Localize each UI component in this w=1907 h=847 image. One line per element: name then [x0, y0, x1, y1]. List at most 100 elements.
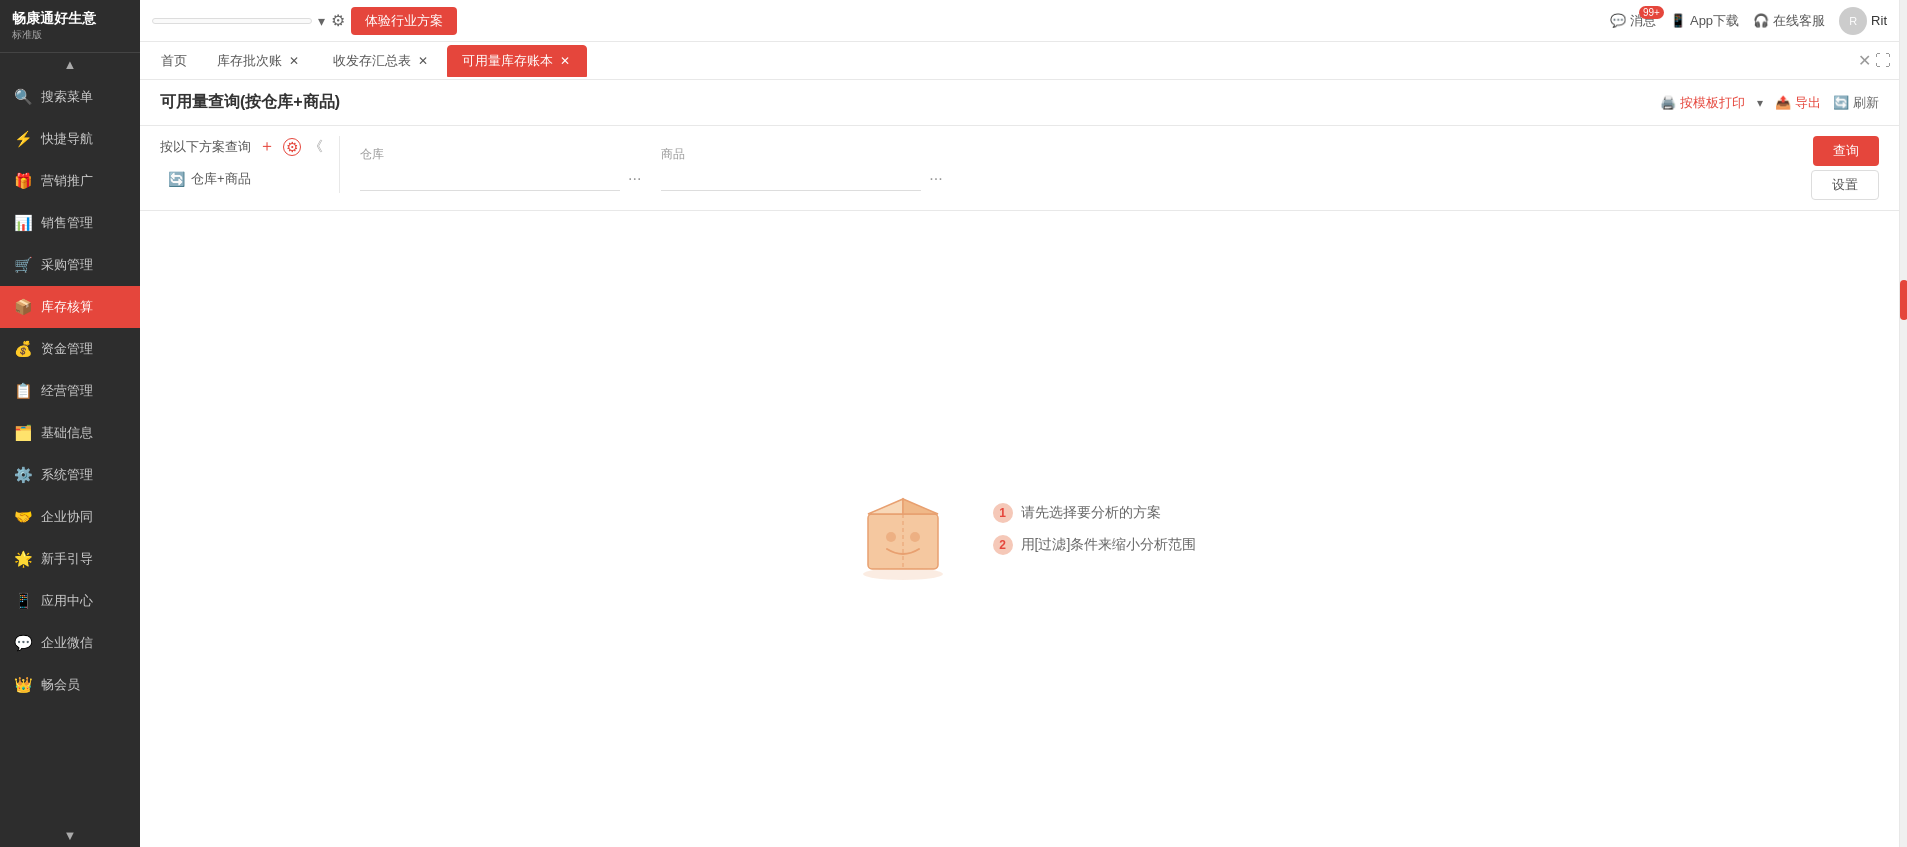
close-all-tabs-button[interactable]: ✕: [1858, 51, 1871, 70]
sidebar-item-label: 营销推广: [41, 172, 93, 190]
sidebar-item-system[interactable]: ⚙️ 系统管理: [0, 454, 140, 496]
message-badge: 99+: [1639, 6, 1664, 19]
filter-settings-button[interactable]: ⚙: [283, 138, 301, 156]
inventory-icon: 📦: [14, 298, 33, 316]
scheme-icon: 🔄: [168, 171, 185, 187]
tab-home[interactable]: 首页: [148, 45, 200, 77]
filter-collapse-button[interactable]: 《: [309, 138, 323, 156]
user-avatar-item[interactable]: R Rit: [1839, 7, 1887, 35]
sidebar-item-wechat[interactable]: 💬 企业微信: [0, 622, 140, 664]
product-input[interactable]: [661, 167, 921, 191]
warehouse-input[interactable]: [360, 167, 620, 191]
sidebar-item-sales[interactable]: 📊 销售管理: [0, 202, 140, 244]
sidebar-nav: 🔍 搜索菜单 ⚡ 快捷导航 🎁 营销推广 📊 销售管理 🛒 采购管理 📦 库存核…: [0, 76, 140, 824]
hint-text-2: 用[过滤]条件来缩小分析范围: [1021, 536, 1197, 554]
sidebar-item-label: 经营管理: [41, 382, 93, 400]
right-scrollbar[interactable]: [1899, 0, 1907, 847]
main-area: ▾ ⚙ 体验行业方案 💬 消息 99+ 📱 App下载 🎧 在线客服 R: [140, 0, 1899, 847]
message-icon-item[interactable]: 💬 消息 99+: [1610, 12, 1656, 30]
warehouse-more-button[interactable]: ···: [628, 170, 641, 188]
sidebar: 畅康通好生意 标准版 ▲ 🔍 搜索菜单 ⚡ 快捷导航 🎁 营销推广 📊 销售管理…: [0, 0, 140, 847]
sidebar-item-label: 企业微信: [41, 634, 93, 652]
filter-scheme-label: 按以下方案查询: [160, 138, 251, 156]
sidebar-item-label: 新手引导: [41, 550, 93, 568]
page-title: 可用量查询(按仓库+商品): [160, 92, 340, 113]
empty-hint-2: 2 用[过滤]条件来缩小分析范围: [993, 535, 1197, 555]
avatar-initials: R: [1849, 15, 1857, 27]
sidebar-item-label: 基础信息: [41, 424, 93, 442]
headset-icon: 🎧: [1753, 13, 1769, 28]
expand-button[interactable]: ⛶: [1875, 52, 1891, 70]
sidebar-item-finance[interactable]: 💰 资金管理: [0, 328, 140, 370]
topbar-search-box[interactable]: [152, 18, 312, 24]
sidebar-item-label: 快捷导航: [41, 130, 93, 148]
hint-number-2: 2: [993, 535, 1013, 555]
tab-available-qty[interactable]: 可用量库存账本 ✕: [447, 45, 587, 77]
sidebar-item-newbie[interactable]: 🌟 新手引导: [0, 538, 140, 580]
sidebar-scroll-up[interactable]: ▲: [0, 53, 140, 76]
hint-number-1: 1: [993, 503, 1013, 523]
warehouse-row: ···: [360, 167, 641, 191]
customer-service-item[interactable]: 🎧 在线客服: [1753, 12, 1825, 30]
sidebar-item-shortcut[interactable]: ⚡ 快捷导航: [0, 118, 140, 160]
sidebar-item-member[interactable]: 👑 畅会员: [0, 664, 140, 706]
filter-product-group: 商品 ···: [661, 146, 942, 191]
export-icon: 📤: [1775, 95, 1791, 110]
page-actions: 🖨️ 按模板打印 ▾ 📤 导出 🔄 刷新: [1660, 94, 1879, 112]
filter-right: 仓库 ··· 商品 ··· 查询 设置: [340, 136, 1879, 200]
sidebar-scroll-down[interactable]: ▼: [0, 824, 140, 847]
phone-icon: 📱: [14, 592, 33, 610]
column-settings-button[interactable]: 设置: [1811, 170, 1879, 200]
export-label: 导出: [1795, 94, 1821, 112]
tab-receipt-summary-label: 收发存汇总表: [333, 52, 411, 70]
sidebar-item-app-center[interactable]: 📱 应用中心: [0, 580, 140, 622]
chat-icon: 💬: [14, 634, 33, 652]
filter-label-row: 按以下方案查询 ＋ ⚙ 《: [160, 136, 327, 157]
topbar-dropdown-button[interactable]: ▾: [318, 13, 325, 29]
filter-left: 按以下方案查询 ＋ ⚙ 《 🔄 仓库+商品: [160, 136, 340, 193]
query-button[interactable]: 查询: [1813, 136, 1879, 166]
filter-add-button[interactable]: ＋: [259, 136, 275, 157]
chart-icon: 📊: [14, 214, 33, 232]
sidebar-item-operations[interactable]: 📋 经营管理: [0, 370, 140, 412]
hint-text-1: 请先选择要分析的方案: [1021, 504, 1161, 522]
tabs-bar: 首页 库存批次账 ✕ 收发存汇总表 ✕ 可用量库存账本 ✕ ✕ ⛶: [140, 42, 1899, 80]
sidebar-item-label: 销售管理: [41, 214, 93, 232]
cart-icon: 🛒: [14, 256, 33, 274]
print-dropdown-button[interactable]: ▾: [1757, 96, 1763, 110]
sidebar-item-purchase[interactable]: 🛒 采购管理: [0, 244, 140, 286]
sidebar-item-label: 企业协同: [41, 508, 93, 526]
sidebar-item-enterprise[interactable]: 🤝 企业协同: [0, 496, 140, 538]
filter-action-buttons: 查询 设置: [1811, 136, 1879, 200]
sidebar-item-search[interactable]: 🔍 搜索菜单: [0, 76, 140, 118]
tab-home-label: 首页: [161, 52, 187, 70]
sidebar-item-inventory[interactable]: 📦 库存核算: [0, 286, 140, 328]
search-icon: 🔍: [14, 88, 33, 106]
tabs-right-buttons: ✕ ⛶: [1858, 51, 1891, 70]
svg-point-6: [863, 568, 943, 580]
svg-point-4: [886, 532, 896, 542]
app-download-item[interactable]: 📱 App下载: [1670, 12, 1739, 30]
app-version: 标准版: [12, 28, 128, 42]
sidebar-item-basic-info[interactable]: 🗂️ 基础信息: [0, 412, 140, 454]
sidebar-item-label: 畅会员: [41, 676, 80, 694]
trial-industry-button[interactable]: 体验行业方案: [351, 7, 457, 35]
sidebar-item-label: 搜索菜单: [41, 88, 93, 106]
phone-icon: 📱: [1670, 13, 1686, 28]
sidebar-item-marketing[interactable]: 🎁 营销推广: [0, 160, 140, 202]
tab-batch-account-label: 库存批次账: [217, 52, 282, 70]
empty-text-area: 1 请先选择要分析的方案 2 用[过滤]条件来缩小分析范围: [993, 503, 1197, 555]
app-name: 畅康通好生意: [12, 10, 128, 28]
export-button[interactable]: 📤 导出: [1775, 94, 1821, 112]
product-more-button[interactable]: ···: [929, 170, 942, 188]
tab-batch-account[interactable]: 库存批次账 ✕: [202, 45, 316, 77]
refresh-button[interactable]: 🔄 刷新: [1833, 94, 1879, 112]
filter-scheme-item-warehouse[interactable]: 🔄 仓库+商品: [160, 165, 327, 193]
tab-receipt-summary[interactable]: 收发存汇总表 ✕: [318, 45, 445, 77]
tab-available-qty-close[interactable]: ✕: [558, 55, 572, 67]
tab-receipt-summary-close[interactable]: ✕: [416, 55, 430, 67]
print-button[interactable]: 🖨️ 按模板打印: [1660, 94, 1745, 112]
tab-batch-account-close[interactable]: ✕: [287, 55, 301, 67]
topbar-gear-button[interactable]: ⚙: [331, 11, 345, 30]
sidebar-item-label: 采购管理: [41, 256, 93, 274]
